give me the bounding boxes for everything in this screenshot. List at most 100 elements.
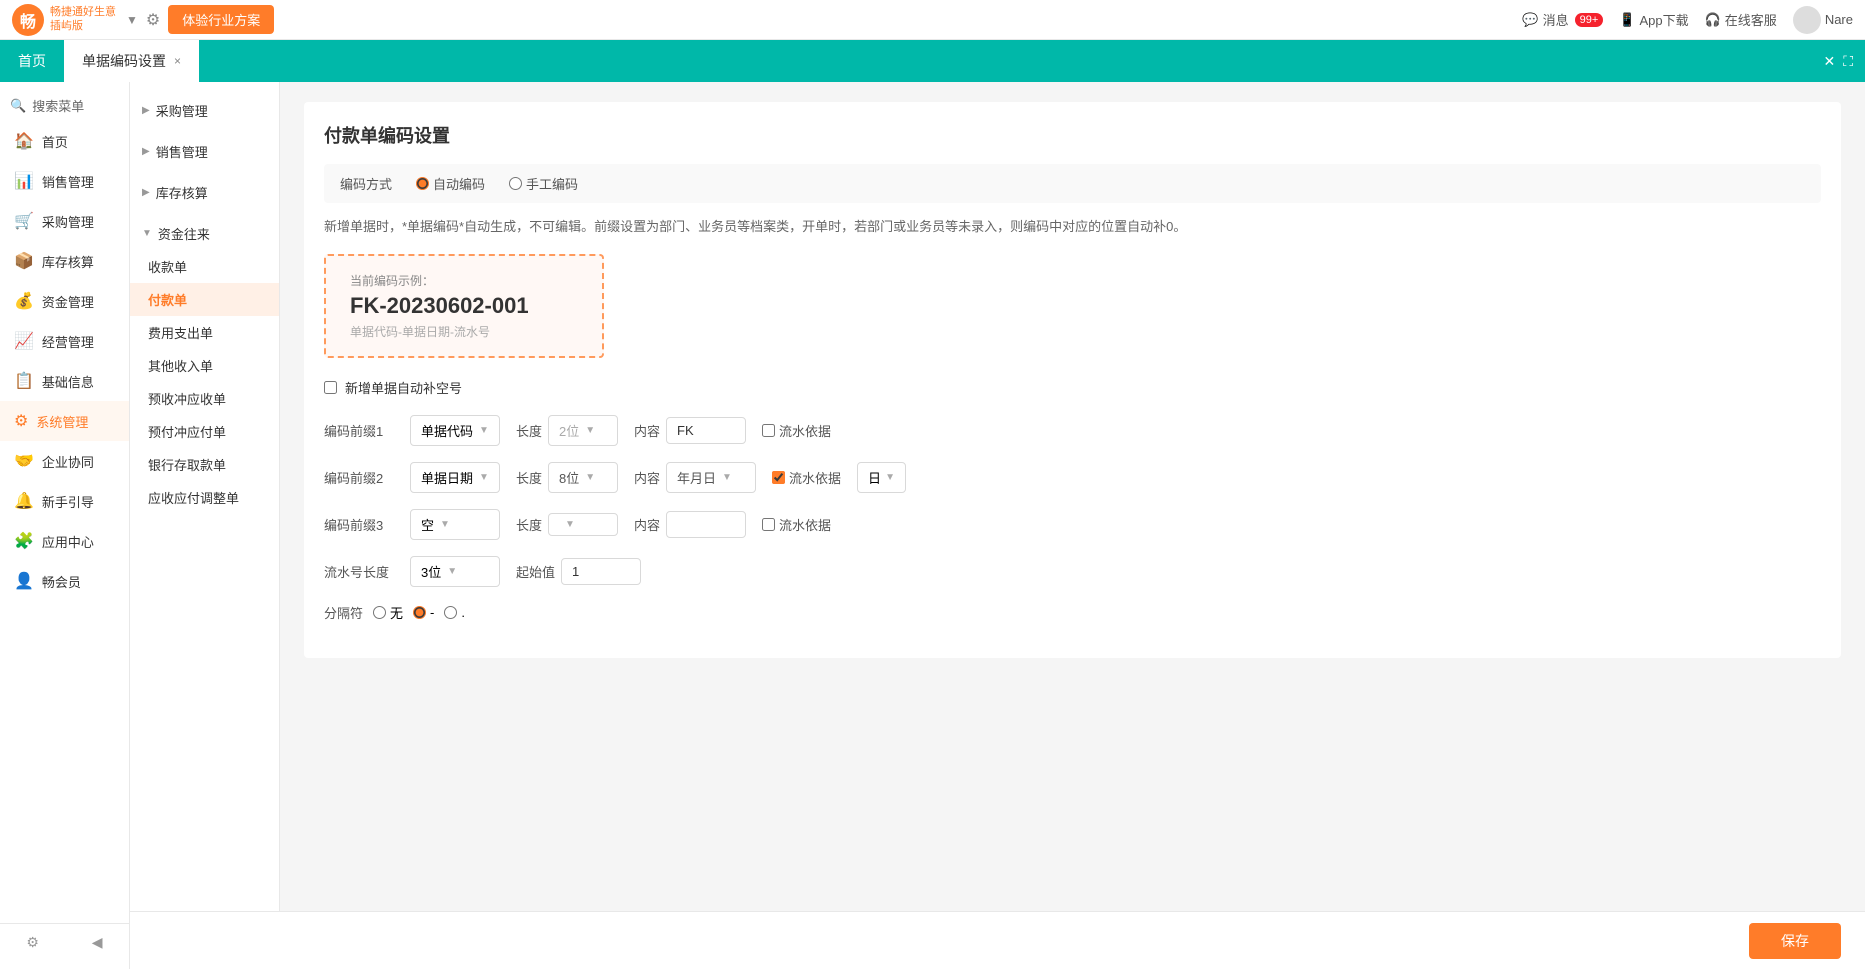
- sub-group-purchase: ▶ 采购管理: [130, 90, 279, 131]
- auto-radio[interactable]: 自动编码: [416, 174, 485, 193]
- sidebar-item-inventory[interactable]: 📦 库存核算: [0, 241, 129, 281]
- sidebar-label-purchase: 采购管理: [42, 212, 94, 231]
- stream1-check-input[interactable]: [762, 424, 775, 437]
- prefix2-select[interactable]: 单据日期 ▼: [410, 462, 500, 493]
- sidebar-item-finance[interactable]: 💰 资金管理: [0, 281, 129, 321]
- sub-item-income[interactable]: 其他收入单: [130, 349, 279, 382]
- service-icon: 🎧: [1705, 12, 1721, 28]
- guide-icon: 🔔: [14, 491, 34, 511]
- sub-header-sales[interactable]: ▶ 销售管理: [130, 135, 279, 168]
- sub-header-capital[interactable]: ▼ 资金往来: [130, 217, 279, 250]
- length1-label: 长度: [516, 421, 542, 440]
- sep-dash-radio[interactable]: -: [413, 605, 434, 620]
- sidebar-item-system[interactable]: ⚙ 系统管理: [0, 401, 129, 441]
- sep-dot-radio[interactable]: .: [444, 605, 465, 620]
- auto-radio-input[interactable]: [416, 177, 429, 190]
- preview-code: FK-20230602-001: [350, 293, 578, 319]
- length1-value: 2位: [559, 421, 579, 440]
- sidebar-item-home[interactable]: 🏠 首页: [0, 121, 129, 161]
- content1-input[interactable]: [666, 417, 746, 444]
- sidebar-item-member[interactable]: 👤 畅会员: [0, 561, 129, 601]
- auto-fill-checkbox[interactable]: [324, 381, 337, 394]
- tab-close-icon[interactable]: ×: [174, 54, 181, 68]
- sidebar-label-enterprise: 企业协同: [42, 452, 94, 471]
- tab-home-label: 首页: [18, 51, 46, 71]
- content3-input[interactable]: [666, 511, 746, 538]
- sub-group-sales: ▶ 销售管理: [130, 131, 279, 172]
- tab-home[interactable]: 首页: [0, 40, 64, 82]
- preview-box: 当前编码示例： FK-20230602-001 单据代码-单据日期-流水号: [324, 254, 604, 358]
- sub-group-capital: ▼ 资金往来 收款单 付款单 费用支出单 其他收入单 预收冲应收单 预付冲应付单…: [130, 213, 279, 518]
- system-icon: ⚙: [14, 411, 28, 431]
- fullscreen-controls: ✕ ⛶: [1811, 53, 1865, 70]
- sidebar-item-basic[interactable]: 📋 基础信息: [0, 361, 129, 401]
- settings-icon[interactable]: ⚙: [146, 10, 160, 30]
- message-btn[interactable]: 💬 消息 99+: [1522, 10, 1603, 29]
- sidebar-item-purchase[interactable]: 🛒 采购管理: [0, 201, 129, 241]
- tab-encoding[interactable]: 单据编码设置 ×: [64, 40, 199, 82]
- length1-caret: ▼: [585, 425, 595, 436]
- home-icon: 🏠: [14, 131, 34, 151]
- sep-none-input[interactable]: [373, 606, 386, 619]
- length3-select[interactable]: ▼: [548, 513, 618, 536]
- sep-dash-input[interactable]: [413, 606, 426, 619]
- prefix1-label: 编码前缀1: [324, 421, 394, 440]
- settings-bottom-icon[interactable]: ⚙: [26, 934, 39, 951]
- length1-select[interactable]: 2位 ▼: [548, 415, 618, 446]
- sidebar-item-guide[interactable]: 🔔 新手引导: [0, 481, 129, 521]
- save-area: 保存: [130, 911, 1865, 969]
- sub-item-adjust[interactable]: 应收应付调整单: [130, 481, 279, 514]
- prefix3-select[interactable]: 空 ▼: [410, 509, 500, 540]
- serial-length-caret: ▼: [447, 566, 457, 577]
- sub-item-expense[interactable]: 费用支出单: [130, 316, 279, 349]
- user-area[interactable]: Nare: [1793, 6, 1853, 34]
- brand-logo: 畅 畅捷通好生意 插屿版: [12, 4, 116, 36]
- online-service-btn[interactable]: 🎧 在线客服: [1705, 10, 1777, 29]
- stream2-unit-select[interactable]: 日 ▼: [857, 462, 906, 493]
- sidebar-item-enterprise[interactable]: 🤝 企业协同: [0, 441, 129, 481]
- serial-length-select[interactable]: 3位 ▼: [410, 556, 500, 587]
- content3-field: 内容: [634, 511, 746, 538]
- sep-none-radio[interactable]: 无: [373, 603, 403, 622]
- prefix1-select[interactable]: 单据代码 ▼: [410, 415, 500, 446]
- save-button[interactable]: 保存: [1749, 923, 1841, 959]
- sidebar-item-operation[interactable]: 📈 经营管理: [0, 321, 129, 361]
- prefix2-caret: ▼: [479, 472, 489, 483]
- expand-icon[interactable]: ⛶: [1843, 53, 1853, 70]
- sidebar-item-sales[interactable]: 📊 销售管理: [0, 161, 129, 201]
- industry-btn[interactable]: 体验行业方案: [168, 5, 274, 34]
- stream2-check-input[interactable]: [772, 471, 785, 484]
- sub-item-bank[interactable]: 银行存取款单: [130, 448, 279, 481]
- length2-select[interactable]: 8位 ▼: [548, 462, 618, 493]
- sub-item-prepay-recv[interactable]: 预收冲应收单: [130, 382, 279, 415]
- length2-field: 长度 8位 ▼: [516, 462, 618, 493]
- stream3-checkbox: 流水依据: [762, 515, 831, 534]
- sidebar-search[interactable]: 🔍 搜索菜单: [0, 90, 129, 121]
- start-value-input[interactable]: [561, 558, 641, 585]
- stream2-label: 流水依据: [789, 468, 841, 487]
- manual-radio[interactable]: 手工编码: [509, 174, 578, 193]
- form-row-serial: 流水号长度 3位 ▼ 起始值: [324, 556, 1821, 587]
- content2-select[interactable]: 年月日 ▼: [666, 462, 756, 493]
- sub-item-receipt[interactable]: 收款单: [130, 250, 279, 283]
- sidebar-bottom: ⚙ ◀: [0, 923, 129, 961]
- sidebar-item-apps[interactable]: 🧩 应用中心: [0, 521, 129, 561]
- manual-radio-input[interactable]: [509, 177, 522, 190]
- settings-card: 付款单编码设置 编码方式 自动编码 手工编码 新增单据时，*单据编码*自动生成，…: [304, 102, 1841, 658]
- prefix3-label: 编码前缀3: [324, 515, 394, 534]
- sub-item-prepay-pay[interactable]: 预付冲应付单: [130, 415, 279, 448]
- sep-dot-input[interactable]: [444, 606, 457, 619]
- message-icon: 💬: [1522, 12, 1538, 28]
- minimize-icon[interactable]: ✕: [1823, 53, 1835, 70]
- sub-header-stock[interactable]: ▶ 库存核算: [130, 176, 279, 209]
- auto-fill-row: 新增单据自动补空号: [324, 378, 1821, 397]
- sub-item-payment[interactable]: 付款单: [130, 283, 279, 316]
- app-download-btn[interactable]: 📱 App下载: [1619, 10, 1688, 29]
- sub-header-purchase[interactable]: ▶ 采购管理: [130, 94, 279, 127]
- preview-desc: 单据代码-单据日期-流水号: [350, 323, 578, 340]
- dropdown-arrow[interactable]: ▼: [126, 13, 138, 27]
- stream3-check-input[interactable]: [762, 518, 775, 531]
- collapse-icon[interactable]: ◀: [92, 934, 103, 951]
- main-layout: 🔍 搜索菜单 🏠 首页 📊 销售管理 🛒 采购管理 📦 库存核算 💰 资金管理 …: [0, 82, 1865, 969]
- arrow-purchase: ▶: [142, 105, 150, 116]
